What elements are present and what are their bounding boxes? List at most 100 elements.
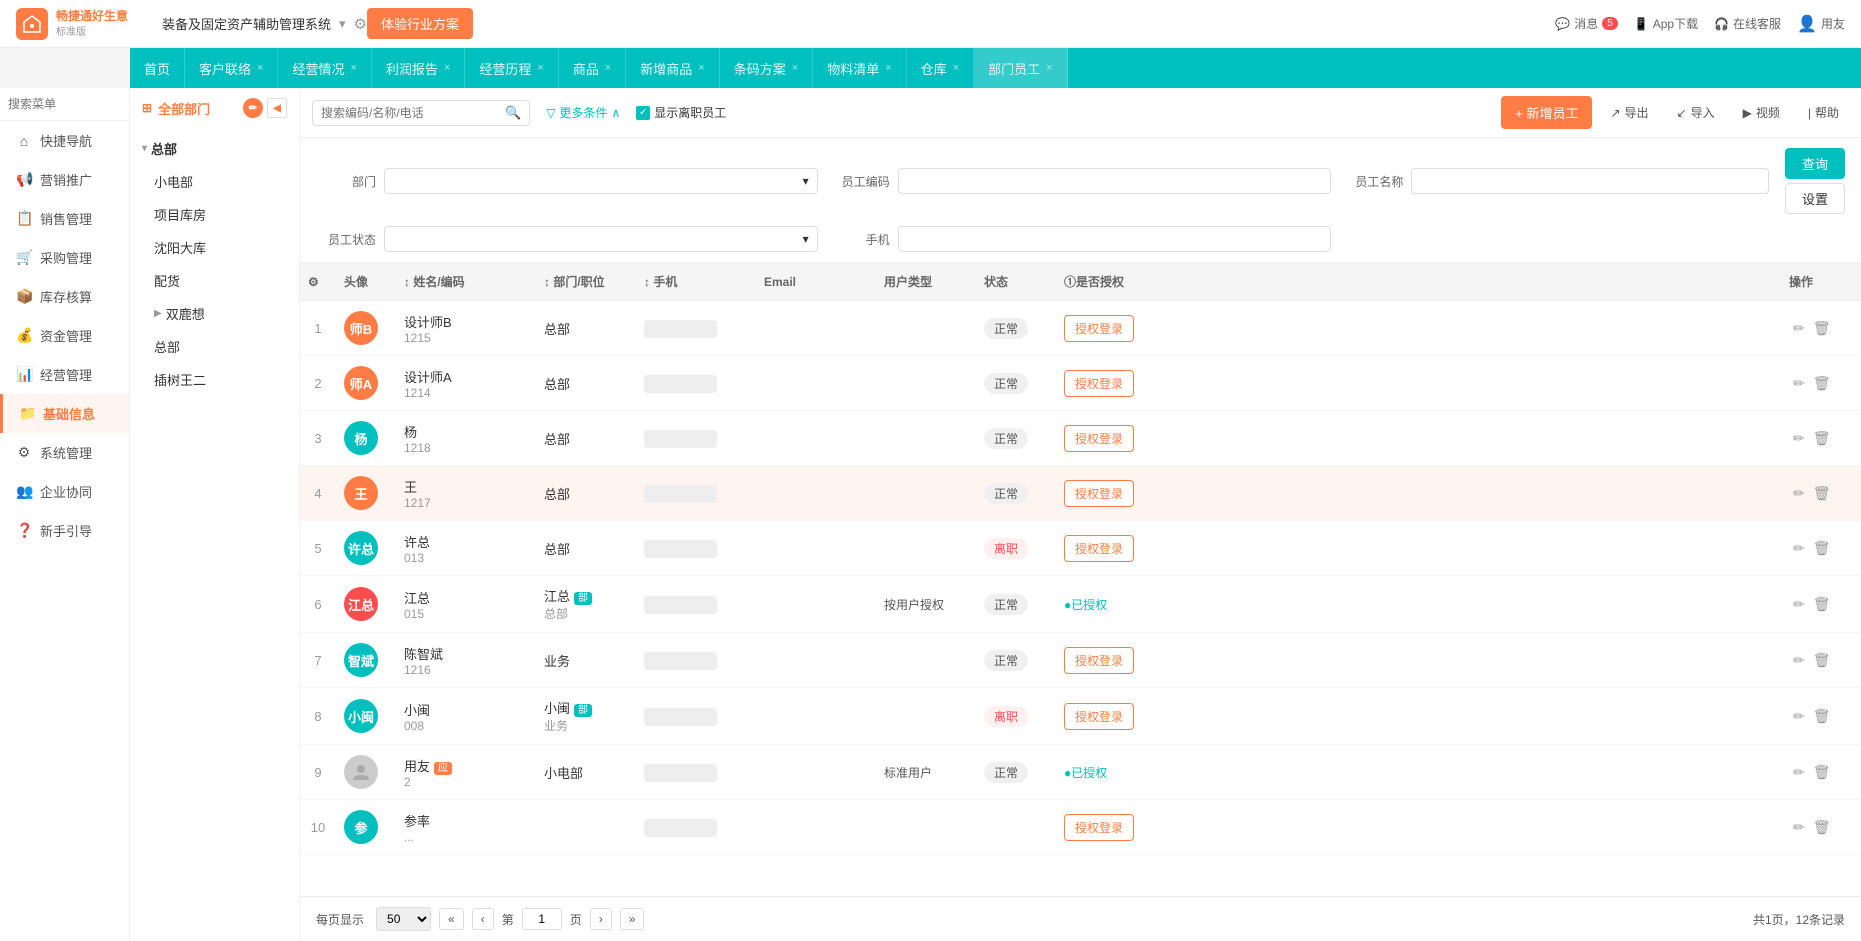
- dept-node-zongbu[interactable]: ▾ 总部: [130, 132, 299, 165]
- edit-button[interactable]: ✏: [1789, 428, 1809, 449]
- tab-bom[interactable]: 物料清单 ×: [813, 48, 906, 88]
- next-page-button[interactable]: ›: [590, 908, 612, 930]
- auth-login-button[interactable]: 授权登录: [1064, 703, 1134, 730]
- filter-dept-select[interactable]: ▾: [384, 168, 818, 194]
- reset-button[interactable]: 设置: [1785, 183, 1845, 214]
- delete-button[interactable]: 🗑: [1809, 650, 1835, 671]
- filter-emp-name-input[interactable]: [1411, 168, 1769, 194]
- edit-button[interactable]: ✏: [1789, 483, 1809, 504]
- user-item[interactable]: 👤 用友: [1797, 14, 1845, 34]
- first-page-button[interactable]: «: [439, 908, 464, 930]
- auth-login-button[interactable]: 授权登录: [1064, 535, 1134, 562]
- close-warehouse-tab[interactable]: ×: [953, 62, 959, 74]
- dept-node-xiaodian[interactable]: 小电部: [130, 165, 299, 198]
- close-operation-tab[interactable]: ×: [350, 62, 356, 74]
- tab-dept-staff[interactable]: 部门员工 ×: [974, 48, 1067, 88]
- dept-node-puwang[interactable]: 插树王二: [130, 363, 299, 396]
- sidebar-item-guide[interactable]: ❓ 新手引导: [0, 511, 129, 550]
- app-download-item[interactable]: 📱 App下载: [1634, 15, 1698, 32]
- auth-login-button[interactable]: 授权登录: [1064, 425, 1134, 452]
- sidebar-search-input[interactable]: [8, 97, 130, 111]
- dept-collapse-icon[interactable]: ◀: [267, 98, 287, 118]
- help-button[interactable]: | 帮助: [1798, 98, 1849, 127]
- close-barcode-tab[interactable]: ×: [792, 62, 798, 74]
- edit-button[interactable]: ✏: [1789, 762, 1809, 783]
- tab-barcode[interactable]: 条码方案 ×: [720, 48, 813, 88]
- export-button[interactable]: ↗ 导出: [1600, 98, 1658, 127]
- video-button[interactable]: ▶ 视频: [1733, 98, 1790, 127]
- edit-button[interactable]: ✏: [1789, 538, 1809, 559]
- close-dept-staff-tab[interactable]: ×: [1046, 62, 1052, 74]
- search-input[interactable]: [321, 106, 501, 120]
- sidebar-item-purchase[interactable]: 🛒 采购管理: [0, 238, 129, 277]
- tab-profit[interactable]: 利润报告 ×: [372, 48, 465, 88]
- edit-button[interactable]: ✏: [1789, 373, 1809, 394]
- dept-node-shenyang[interactable]: 沈阳大库: [130, 231, 299, 264]
- auth-login-button[interactable]: 授权登录: [1064, 647, 1134, 674]
- auth-login-button[interactable]: 授权登录: [1064, 370, 1134, 397]
- delete-button[interactable]: 🗑: [1809, 318, 1835, 339]
- service-item[interactable]: 🎧 在线客服: [1714, 15, 1781, 32]
- settings-icon[interactable]: ⚙: [354, 15, 367, 33]
- tab-operation[interactable]: 经营情况 ×: [278, 48, 371, 88]
- more-filter-button[interactable]: ▽ 更多条件 ∧: [538, 100, 628, 125]
- sidebar-item-inventory[interactable]: 📦 库存核算: [0, 277, 129, 316]
- per-page-select[interactable]: 50 100: [376, 907, 431, 931]
- tab-add-goods[interactable]: 新增商品 ×: [626, 48, 719, 88]
- sidebar-item-collab[interactable]: 👥 企业协同: [0, 472, 129, 511]
- import-button[interactable]: ↙ 导入: [1667, 98, 1725, 127]
- sidebar-item-basic-info[interactable]: 📁 基础信息: [0, 394, 129, 433]
- close-add-goods-tab[interactable]: ×: [698, 62, 704, 74]
- sidebar-item-quick-nav[interactable]: ⌂ 快捷导航: [0, 121, 129, 160]
- sidebar-item-sales[interactable]: 📋 销售管理: [0, 199, 129, 238]
- dept-node-peihuo[interactable]: 配货: [130, 264, 299, 297]
- delete-button[interactable]: 🗑: [1809, 483, 1835, 504]
- page-input[interactable]: [522, 908, 562, 930]
- tab-warehouse[interactable]: 仓库 ×: [907, 48, 974, 88]
- sidebar-item-finance[interactable]: 💰 资金管理: [0, 316, 129, 355]
- message-item[interactable]: 💬 消息 5: [1555, 15, 1618, 32]
- trial-button[interactable]: 体验行业方案: [367, 8, 473, 39]
- edit-button[interactable]: ✏: [1789, 706, 1809, 727]
- edit-button[interactable]: ✏: [1789, 817, 1809, 838]
- tab-home[interactable]: 首页: [130, 48, 185, 88]
- auth-login-button[interactable]: 授权登录: [1064, 315, 1134, 342]
- close-customer-tab[interactable]: ×: [257, 62, 263, 74]
- delete-button[interactable]: 🗑: [1809, 373, 1835, 394]
- sidebar-item-marketing[interactable]: 📢 营销推广: [0, 160, 129, 199]
- auth-login-button[interactable]: 授权登录: [1064, 480, 1134, 507]
- delete-button[interactable]: 🗑: [1809, 762, 1835, 783]
- close-goods-tab[interactable]: ×: [605, 62, 611, 74]
- close-bom-tab[interactable]: ×: [885, 62, 891, 74]
- prev-page-button[interactable]: ‹: [472, 908, 494, 930]
- auth-login-button[interactable]: 授权登录: [1064, 814, 1134, 841]
- filter-status-select[interactable]: ▾: [384, 226, 818, 252]
- col-phone[interactable]: ↕ 手机: [636, 263, 756, 301]
- tab-history[interactable]: 经营历程 ×: [465, 48, 558, 88]
- delete-button[interactable]: 🗑: [1809, 817, 1835, 838]
- delete-button[interactable]: 🗑: [1809, 594, 1835, 615]
- add-employee-button[interactable]: + 新增员工: [1501, 96, 1592, 129]
- dept-node-shuangluo[interactable]: ▶ 双鹿想: [130, 297, 299, 330]
- col-dept-pos[interactable]: ↕ 部门/职位: [536, 263, 636, 301]
- dept-edit-icon[interactable]: ✏: [243, 98, 263, 118]
- edit-button[interactable]: ✏: [1789, 650, 1809, 671]
- filter-phone-input[interactable]: [898, 226, 1332, 252]
- close-history-tab[interactable]: ×: [537, 62, 543, 74]
- dept-node-xiangmu[interactable]: 项目库房: [130, 198, 299, 231]
- delete-button[interactable]: 🗑: [1809, 428, 1835, 449]
- col-settings[interactable]: ⚙: [300, 263, 336, 301]
- filter-emp-code-input[interactable]: [898, 168, 1332, 194]
- sidebar-item-system[interactable]: ⚙ 系统管理: [0, 433, 129, 472]
- show-inactive-toggle[interactable]: ✓ 显示离职员工: [636, 104, 726, 121]
- sidebar-item-operation[interactable]: 📊 经营管理: [0, 355, 129, 394]
- dept-node-zongbu2[interactable]: 总部: [130, 330, 299, 363]
- system-title-arrow[interactable]: ▾: [339, 16, 346, 32]
- edit-button[interactable]: ✏: [1789, 318, 1809, 339]
- delete-button[interactable]: 🗑: [1809, 706, 1835, 727]
- last-page-button[interactable]: »: [620, 908, 645, 930]
- tab-goods[interactable]: 商品 ×: [559, 48, 626, 88]
- edit-button[interactable]: ✏: [1789, 594, 1809, 615]
- query-button[interactable]: 查询: [1785, 148, 1845, 179]
- tab-customer[interactable]: 客户联络 ×: [185, 48, 278, 88]
